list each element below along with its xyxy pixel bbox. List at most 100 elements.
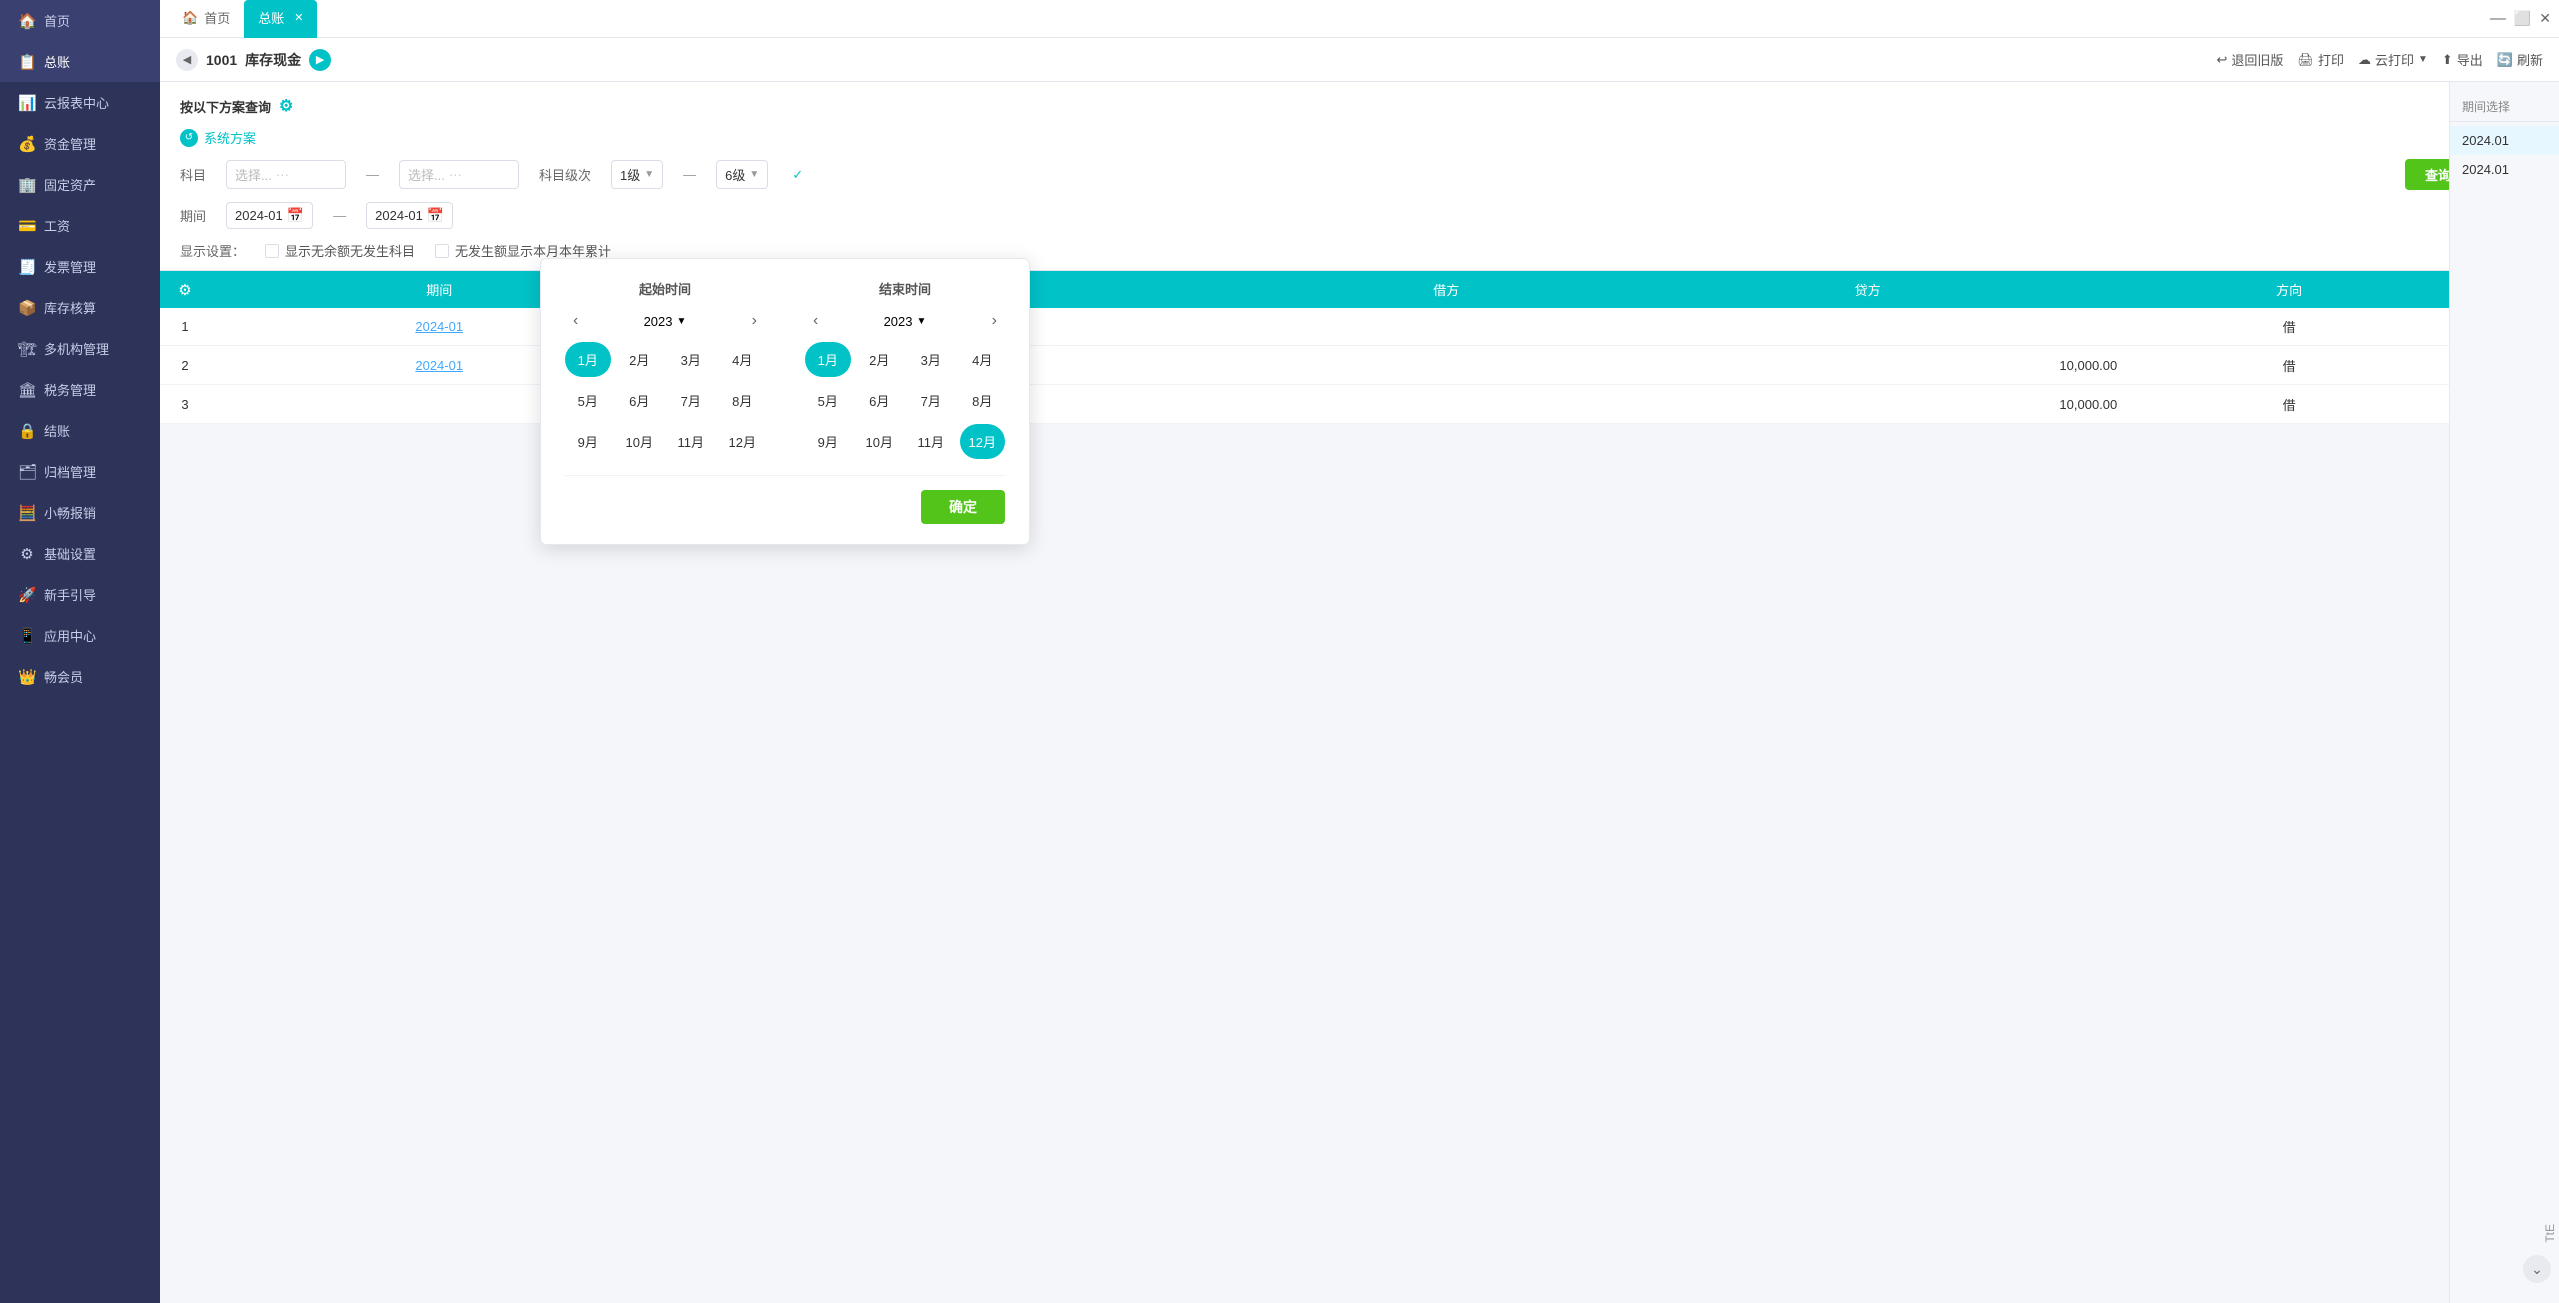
sidebar-item-reports[interactable]: 📊 云报表中心 [0,82,160,123]
period-item-2[interactable]: 2024.01 [2450,155,2559,184]
period-to-input[interactable]: 2024-01 📅 [366,202,453,229]
end-month-10[interactable]: 10月 [857,424,903,459]
print-btn[interactable]: 🖨 打印 [2297,50,2344,69]
cloud-print-icon: ☁ [2358,52,2371,68]
sidebar-item-appcenter[interactable]: 📱 应用中心 [0,615,160,656]
sidebar-item-tax[interactable]: 🏛 税务管理 [0,369,160,410]
end-month-7[interactable]: 7月 [908,383,954,418]
sidebar-item-guide[interactable]: 🚀 新手引导 [0,574,160,615]
sidebar-item-salary[interactable]: 💳 工资 [0,205,160,246]
nav-next-btn[interactable]: ▶ [309,49,331,71]
calendar-to-icon[interactable]: 📅 [427,207,444,224]
end-month-1[interactable]: 1月 [805,342,851,377]
level-confirm-icon: ✓ [792,167,803,183]
row1-period-link[interactable]: 2024-01 [415,319,463,334]
window-minimize-icon[interactable]: — [2490,10,2506,28]
system-scheme[interactable]: ↺ 系统方案 [180,128,2539,147]
cloud-print-btn[interactable]: ☁ 云打印 ▼ [2358,50,2428,69]
start-month-8[interactable]: 8月 [720,383,766,418]
start-cal-grid: 1月 2月 3月 4月 5月 6月 7月 8月 9月 10月 11月 12月 [565,342,765,459]
content-main: ◀ 1001 库存现金 ▶ ↩ 退回旧版 🖨 打印 ☁ [160,38,2559,1303]
start-month-4[interactable]: 4月 [720,342,766,377]
checkbox-no-occurrence-box[interactable] [435,244,449,258]
sidebar-item-ledger[interactable]: 📋 总账 [0,41,160,82]
tab-close-icon[interactable]: ✕ [294,11,303,24]
start-cal-header: ‹ 2023 ▼ › [565,310,765,332]
end-cal-prev[interactable]: ‹ [805,310,826,332]
undo-btn[interactable]: ↩ 退回旧版 [2217,50,2284,69]
table-row: 3 ■本年累计 10,000.00 借 [160,385,2449,424]
period-item-1[interactable]: 2024.01 [2450,126,2559,155]
sidebar-item-close[interactable]: 🔒 结账 [0,410,160,451]
inventory-icon: 📦 [18,299,36,317]
start-month-1[interactable]: 1月 [565,342,611,377]
end-cal-next[interactable]: › [984,310,1005,332]
end-month-3[interactable]: 3月 [908,342,954,377]
scroll-down-btn[interactable]: ⌄ [2523,1255,2551,1283]
level-sep: — [683,167,696,182]
table-settings-icon[interactable]: ⚙ [178,282,191,299]
end-month-4[interactable]: 4月 [960,342,1006,377]
calendar-popup: 起始时间 ‹ 2023 ▼ › 1月 2月 3月 [540,258,1030,545]
sidebar-item-home[interactable]: 🏠 首页 [0,0,160,41]
level-from-select[interactable]: 1级 ▼ [611,160,663,189]
start-month-10[interactable]: 10月 [617,424,663,459]
start-month-6[interactable]: 6月 [617,383,663,418]
filter-settings-icon[interactable]: ⚙ [279,96,293,116]
subject-from-input[interactable]: 选择... ··· [226,160,346,189]
end-month-11[interactable]: 11月 [908,424,954,459]
tab-home[interactable]: 🏠 首页 [168,0,244,38]
salary-icon: 💳 [18,217,36,235]
sidebar-item-inventory[interactable]: 📦 库存核算 [0,287,160,328]
export-btn[interactable]: ⬆ 导出 [2442,50,2483,69]
refresh-icon: 🔄 [2497,52,2513,68]
row1-direction: 借 [2129,308,2449,346]
start-month-11[interactable]: 11月 [668,424,714,459]
start-month-3[interactable]: 3月 [668,342,714,377]
level-to-select[interactable]: 6级 ▼ [716,160,768,189]
subject-to-input[interactable]: 选择... ··· [399,160,519,189]
end-month-8[interactable]: 8月 [960,383,1006,418]
end-month-9[interactable]: 9月 [805,424,851,459]
period-selector-panel: 期间选择 2024.01 2024.01 ⌄ TtE [2449,82,2559,1303]
subject-label: 科目 [180,165,206,184]
end-month-5[interactable]: 5月 [805,383,851,418]
cloud-print-dropdown-icon[interactable]: ▼ [2418,54,2428,65]
col-debit: 借方 [1286,271,1606,308]
start-month-12[interactable]: 12月 [720,424,766,459]
sidebar-item-xiaochang[interactable]: 🧮 小畅报销 [0,492,160,533]
start-month-2[interactable]: 2月 [617,342,663,377]
checkbox-no-balance[interactable]: 显示无余额无发生科目 [265,241,415,260]
start-cal-prev[interactable]: ‹ [565,310,586,332]
start-month-7[interactable]: 7月 [668,383,714,418]
row2-period-link[interactable]: 2024-01 [415,358,463,373]
end-month-2[interactable]: 2月 [857,342,903,377]
sidebar-item-assets[interactable]: 🏢 固定资产 [0,164,160,205]
start-month-9[interactable]: 9月 [565,424,611,459]
table-row: 1 2024-01 期初余额 借 [160,308,2449,346]
start-month-5[interactable]: 5月 [565,383,611,418]
sidebar-item-vip[interactable]: 👑 畅会员 [0,656,160,697]
period-from-input[interactable]: 2024-01 📅 [226,202,313,229]
tab-ledger[interactable]: 总账 ✕ [244,0,317,38]
start-year-select[interactable]: 2023 ▼ [644,314,687,329]
end-month-6[interactable]: 6月 [857,383,903,418]
sidebar-item-settings[interactable]: ⚙ 基础设置 [0,533,160,574]
ledger-icon: 📋 [18,53,36,71]
col-settings[interactable]: ⚙ [160,271,210,308]
checkbox-no-balance-box[interactable] [265,244,279,258]
window-close-icon[interactable]: ✕ [2539,10,2551,27]
start-cal-next[interactable]: › [744,310,765,332]
end-calendar-title: 结束时间 [805,279,1005,298]
window-restore-icon[interactable]: ⬜ [2514,10,2531,27]
calendar-from-icon[interactable]: 📅 [287,207,304,224]
sidebar-item-multi-org[interactable]: 🏗 多机构管理 [0,328,160,369]
end-year-select[interactable]: 2023 ▼ [884,314,927,329]
sidebar-item-funds[interactable]: 💰 资金管理 [0,123,160,164]
refresh-btn[interactable]: 🔄 刷新 [2497,50,2543,69]
sidebar-item-archive[interactable]: 🗂 归档管理 [0,451,160,492]
nav-prev-btn[interactable]: ◀ [176,49,198,71]
calendar-confirm-btn[interactable]: 确定 [921,490,1005,524]
end-month-12[interactable]: 12月 [960,424,1006,459]
sidebar-item-invoice[interactable]: 🧾 发票管理 [0,246,160,287]
